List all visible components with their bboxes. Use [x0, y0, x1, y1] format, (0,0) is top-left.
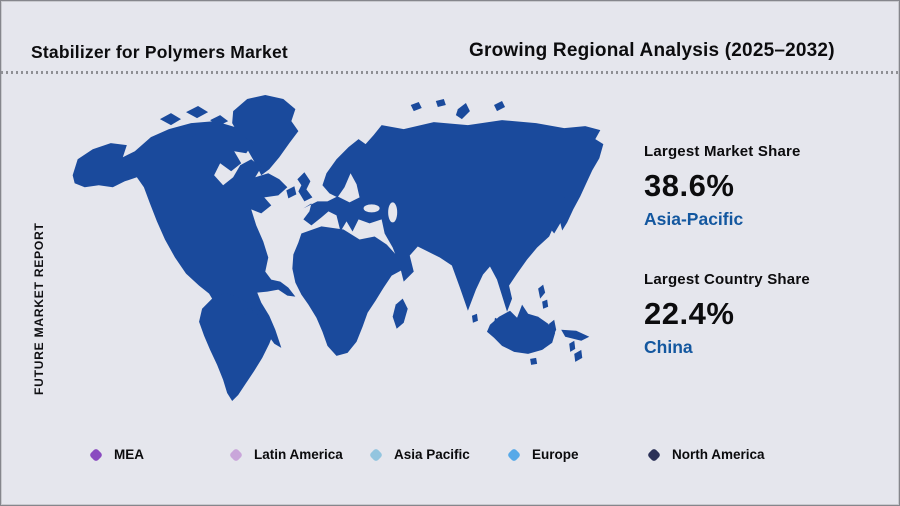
arctic-island [435, 99, 446, 108]
arctic-island [186, 106, 209, 119]
island-ireland [286, 186, 297, 199]
page-subtitle: Growing Regional Analysis (2025–2032) [469, 40, 835, 61]
arctic-island [493, 101, 506, 112]
page-title: Stabilizer for Polymers Market [31, 42, 288, 62]
island-tasmania [530, 357, 538, 365]
world-map-landmass [72, 95, 604, 401]
stat-label: Largest Country Share [644, 271, 810, 288]
legend-item-latin-america: Latin America [228, 447, 343, 462]
island-madagascar [392, 298, 408, 329]
world-map [72, 95, 604, 401]
stat-label: Largest Market Share [644, 143, 801, 160]
legend-swatch [646, 447, 662, 462]
infographic-root: Stabilizer for Polymers Market Growing R… [0, 0, 900, 506]
continent-australia [486, 304, 556, 354]
arctic-island [159, 113, 182, 126]
island-new-zealand [574, 349, 583, 362]
stat-value: 38.6% [644, 168, 735, 203]
stat-value: 22.4% [644, 296, 735, 331]
legend-label: Asia Pacific [394, 447, 470, 462]
arctic-island [455, 103, 470, 120]
legend-label: MEA [114, 447, 144, 462]
island-new-zealand [569, 340, 576, 352]
legend-swatch [368, 447, 384, 462]
legend-swatch [506, 447, 522, 462]
island-philippines [542, 299, 549, 309]
legend-item-north-america: North America [646, 447, 765, 462]
legend-item-mea: MEA [88, 447, 144, 462]
sea-caspian [388, 202, 398, 223]
sea-black-sea [363, 204, 380, 213]
island-philippines [538, 284, 546, 299]
stat-region: Asia-Pacific [644, 209, 744, 229]
brand-vertical-label: FUTURE MARKET REPORT [32, 222, 46, 395]
continent-africa [292, 226, 403, 356]
stat-country-share: Largest Country Share 22.4% China [644, 271, 889, 358]
legend-swatch [88, 447, 104, 462]
legend-item-asia-pacific: Asia Pacific [368, 447, 470, 462]
legend-label: Europe [532, 447, 579, 462]
island-sri-lanka [471, 313, 478, 323]
legend-swatch [228, 447, 244, 462]
island-britain [297, 172, 313, 202]
stat-market-share: Largest Market Share 38.6% Asia-Pacific [644, 143, 889, 230]
island-new-guinea [561, 329, 590, 341]
stats-panel: Largest Market Share 38.6% Asia-Pacific … [644, 143, 889, 358]
dotted-divider [1, 71, 899, 74]
legend-label: Latin America [254, 447, 343, 462]
legend-item-europe: Europe [506, 447, 579, 462]
legend-label: North America [672, 447, 765, 462]
stat-region: China [644, 337, 693, 357]
arctic-island [410, 102, 422, 112]
